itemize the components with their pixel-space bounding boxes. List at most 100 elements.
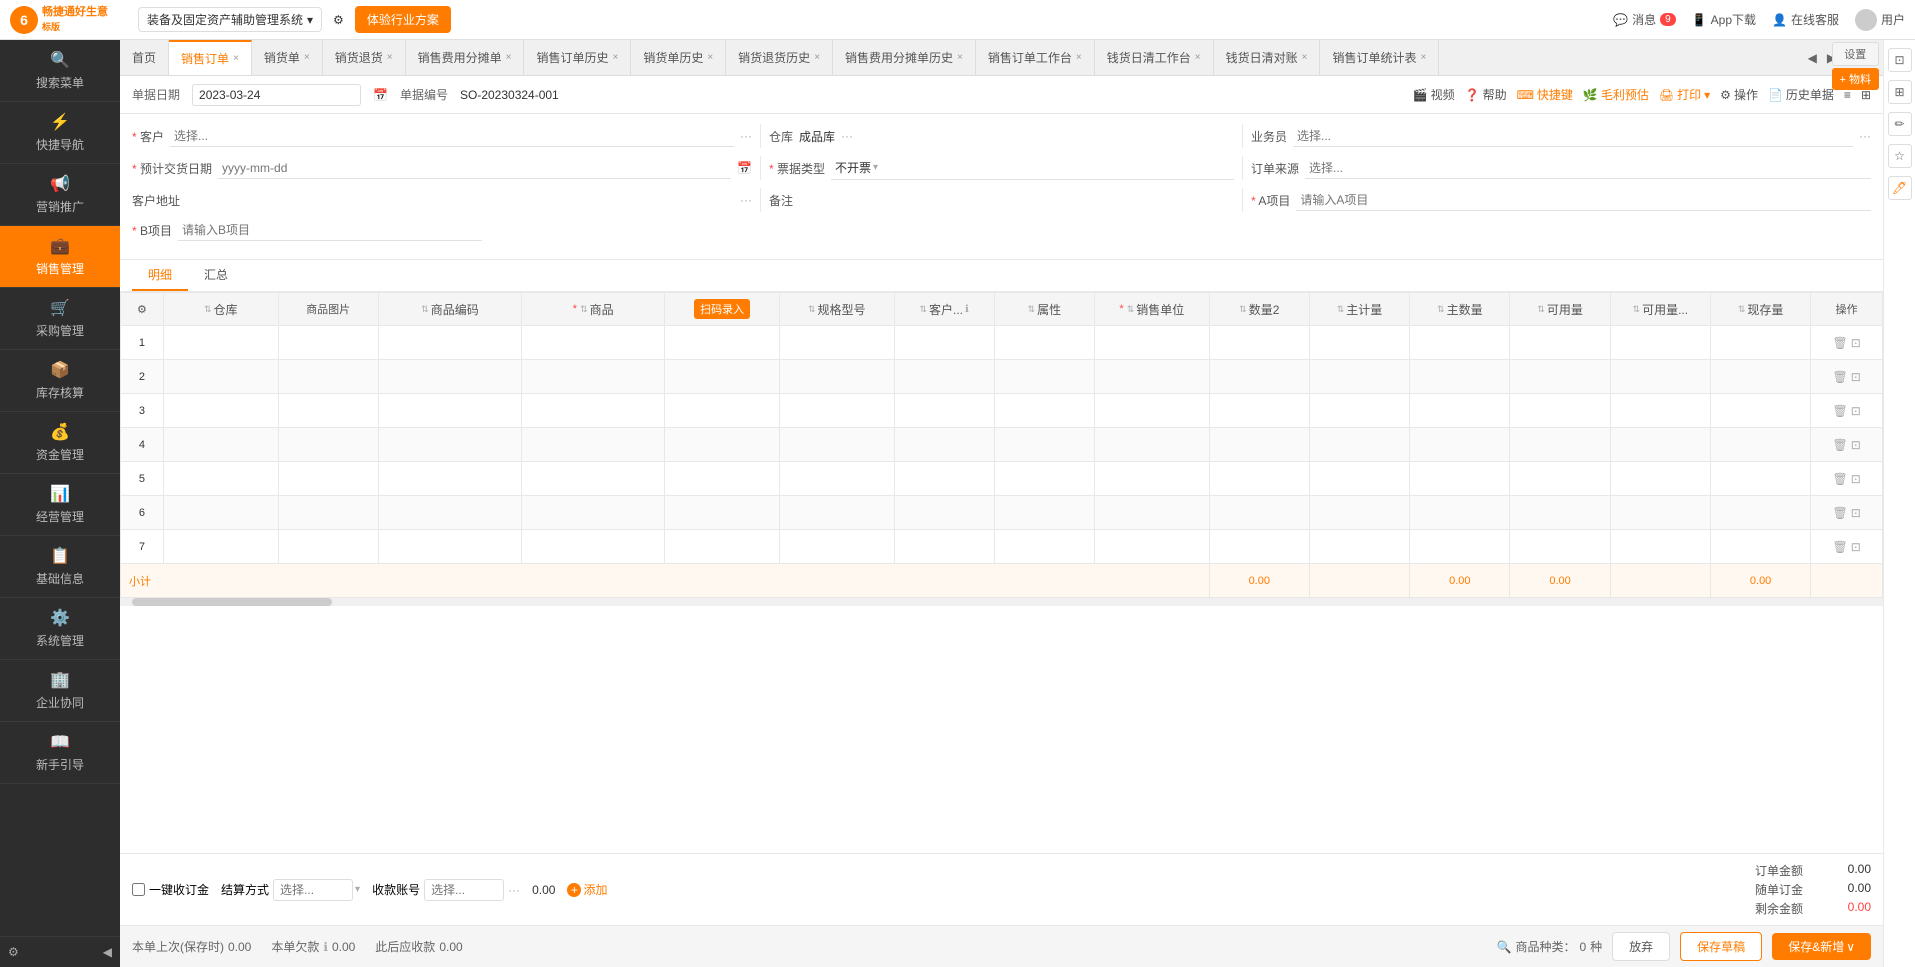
- copy-row-icon-4[interactable]: ⊡: [1851, 438, 1861, 452]
- warehouse-dots[interactable]: ···: [841, 129, 853, 143]
- th-barcode[interactable]: 扫码录入: [665, 293, 780, 326]
- th-product-code[interactable]: ⇅商品编码: [378, 293, 521, 326]
- shortcut-btn[interactable]: ⌨ 快捷键: [1517, 86, 1573, 103]
- delete-row-icon-4[interactable]: 🗑: [1832, 438, 1847, 452]
- cell-mainunit-1[interactable]: [1309, 326, 1409, 360]
- th-warehouse[interactable]: ⇅仓库: [163, 293, 278, 326]
- barcode-btn[interactable]: 扫码录入: [694, 299, 750, 319]
- cell-spec-1[interactable]: [779, 326, 894, 360]
- order-source-input[interactable]: [1305, 158, 1871, 179]
- cell-qty2-1[interactable]: [1209, 326, 1309, 360]
- tab-summary[interactable]: 汇总: [188, 260, 244, 291]
- add-btn[interactable]: + 添加: [567, 881, 607, 898]
- cell-code-1[interactable]: [378, 326, 521, 360]
- help-btn[interactable]: ❓ 帮助: [1465, 86, 1507, 103]
- tab-expense-split[interactable]: 销售费用分摊单 ×: [406, 40, 525, 76]
- th-settings[interactable]: ⚙: [121, 293, 164, 326]
- copy-row-icon-5[interactable]: ⊡: [1851, 472, 1861, 486]
- sidebar-item-system[interactable]: ⚙️ 系统管理: [0, 598, 120, 660]
- customer-input[interactable]: [170, 126, 734, 147]
- one-click-check[interactable]: [132, 883, 145, 896]
- cell-custcode-1[interactable]: [894, 326, 994, 360]
- online-service-btn[interactable]: 👤 在线客服: [1772, 11, 1839, 28]
- tab-close-icon4[interactable]: ×: [506, 40, 512, 76]
- scrollbar-thumb[interactable]: [132, 598, 332, 606]
- right-panel-btn-3[interactable]: ✏: [1888, 112, 1912, 136]
- delivery-calendar-icon[interactable]: 📅: [737, 161, 752, 175]
- th-attribute[interactable]: ⇅属性: [994, 293, 1094, 326]
- tab-prev-icon[interactable]: ◀: [1804, 49, 1821, 67]
- salesperson-input[interactable]: [1293, 126, 1853, 147]
- delivery-date-input[interactable]: [218, 158, 731, 179]
- table-wrapper[interactable]: ⚙ ⇅仓库 商品图片 ⇅商品编码 ⇅商品 扫码录入 ⇅规格型号 ⇅客户... ℹ…: [120, 292, 1883, 853]
- th-stock[interactable]: ⇅现存量: [1710, 293, 1810, 326]
- th-spec[interactable]: ⇅规格型号: [779, 293, 894, 326]
- tab-return-history[interactable]: 销货单历史 ×: [631, 40, 726, 76]
- tab-order-history[interactable]: 销售订单历史 ×: [524, 40, 631, 76]
- op-btn[interactable]: ⚙ 操作: [1720, 86, 1758, 103]
- tab-close-icon2[interactable]: ×: [304, 40, 310, 76]
- tab-close-icon9[interactable]: ×: [1076, 40, 1082, 76]
- system-selector[interactable]: 装备及固定资产辅助管理系统 ▾: [138, 7, 322, 32]
- sidebar-item-guide[interactable]: 📖 新手引导: [0, 722, 120, 784]
- delete-row-icon-5[interactable]: 🗑: [1832, 472, 1847, 486]
- discard-btn[interactable]: 放弃: [1612, 932, 1670, 961]
- tab-cash-daily[interactable]: 钱货日清工作台 ×: [1095, 40, 1214, 76]
- tab-close-icon8[interactable]: ×: [957, 40, 963, 76]
- user-btn[interactable]: 用户: [1855, 9, 1905, 31]
- right-panel-btn-4[interactable]: ☆: [1888, 144, 1912, 168]
- sidebar-item-marketing[interactable]: 📢 营销推广: [0, 164, 120, 226]
- tab-sales-refund[interactable]: 销货退货 ×: [323, 40, 406, 76]
- tab-expense-history[interactable]: 销售费用分摊单历史 ×: [833, 40, 976, 76]
- address-dots[interactable]: ···: [740, 193, 752, 207]
- delete-row-icon-7[interactable]: 🗑: [1832, 540, 1847, 554]
- tab-home[interactable]: 首页: [120, 40, 169, 76]
- sidebar-item-sales[interactable]: 💼 销售管理: [0, 226, 120, 288]
- copy-row-icon-7[interactable]: ⊡: [1851, 540, 1861, 554]
- th-main-unit[interactable]: ⇅主计量: [1309, 293, 1409, 326]
- receipt-dots[interactable]: ···: [508, 883, 520, 897]
- tab-sales-return[interactable]: 销货单 ×: [252, 40, 323, 76]
- add-material-btn[interactable]: + 物料: [1832, 76, 1879, 90]
- delete-row-icon-3[interactable]: 🗑: [1832, 404, 1847, 418]
- sidebar-item-inventory[interactable]: 📦 库存核算: [0, 350, 120, 412]
- copy-row-icon-2[interactable]: ⊡: [1851, 370, 1861, 384]
- tab-close-icon11[interactable]: ×: [1302, 40, 1308, 76]
- payment-method-input[interactable]: [273, 879, 353, 901]
- sidebar-item-search[interactable]: 🔍 搜索菜单: [0, 40, 120, 102]
- th-sales-unit[interactable]: ⇅销售单位: [1095, 293, 1210, 326]
- delete-row-icon-2[interactable]: 🗑: [1832, 370, 1847, 384]
- messages-btn[interactable]: 💬 消息 9: [1613, 11, 1676, 28]
- tab-cash-reconcile[interactable]: 钱货日清对账 ×: [1214, 40, 1321, 76]
- sidebar-collapse-icon[interactable]: ◀: [103, 945, 112, 959]
- b-project-input[interactable]: [178, 220, 482, 241]
- cell-product-1[interactable]: [522, 326, 665, 360]
- payment-method-select[interactable]: ▾: [273, 879, 360, 901]
- cell-unit-1[interactable]: [1095, 326, 1210, 360]
- view-btn[interactable]: 🎬 视频: [1413, 86, 1455, 103]
- tab-detail[interactable]: 明细: [132, 260, 188, 291]
- app-download-btn[interactable]: 📱 App下载: [1692, 11, 1756, 28]
- tab-close-icon6[interactable]: ×: [707, 40, 713, 76]
- calendar-icon[interactable]: 📅: [373, 88, 388, 102]
- th-product[interactable]: ⇅商品: [522, 293, 665, 326]
- sidebar-settings-icon[interactable]: ⚙: [8, 945, 19, 959]
- receipt-account-input[interactable]: [424, 879, 504, 901]
- tab-close-icon10[interactable]: ×: [1195, 40, 1201, 76]
- tab-close-icon12[interactable]: ×: [1420, 40, 1426, 76]
- sidebar-item-basic[interactable]: 📋 基础信息: [0, 536, 120, 598]
- profit-btn[interactable]: 🌿 毛利预估: [1583, 86, 1649, 103]
- sidebar-item-enterprise[interactable]: 🏢 企业协同: [0, 660, 120, 722]
- th-main-qty[interactable]: ⇅主数量: [1410, 293, 1510, 326]
- right-panel-btn-1[interactable]: ⊡: [1888, 48, 1912, 72]
- tab-order-workbench[interactable]: 销售订单工作台 ×: [976, 40, 1095, 76]
- cell-warehouse-1[interactable]: [163, 326, 278, 360]
- cell-mainqty-1[interactable]: [1410, 326, 1510, 360]
- sidebar-item-quick[interactable]: ⚡ 快捷导航: [0, 102, 120, 164]
- th-customer-code[interactable]: ⇅客户... ℹ: [894, 293, 994, 326]
- th-available-more[interactable]: ⇅可用量...: [1610, 293, 1710, 326]
- invoice-type-select[interactable]: 不开票 ▾: [831, 156, 1234, 180]
- copy-row-icon-3[interactable]: ⊡: [1851, 404, 1861, 418]
- tab-close-icon[interactable]: ×: [233, 41, 239, 77]
- copy-row-icon-1[interactable]: ⊡: [1851, 336, 1861, 350]
